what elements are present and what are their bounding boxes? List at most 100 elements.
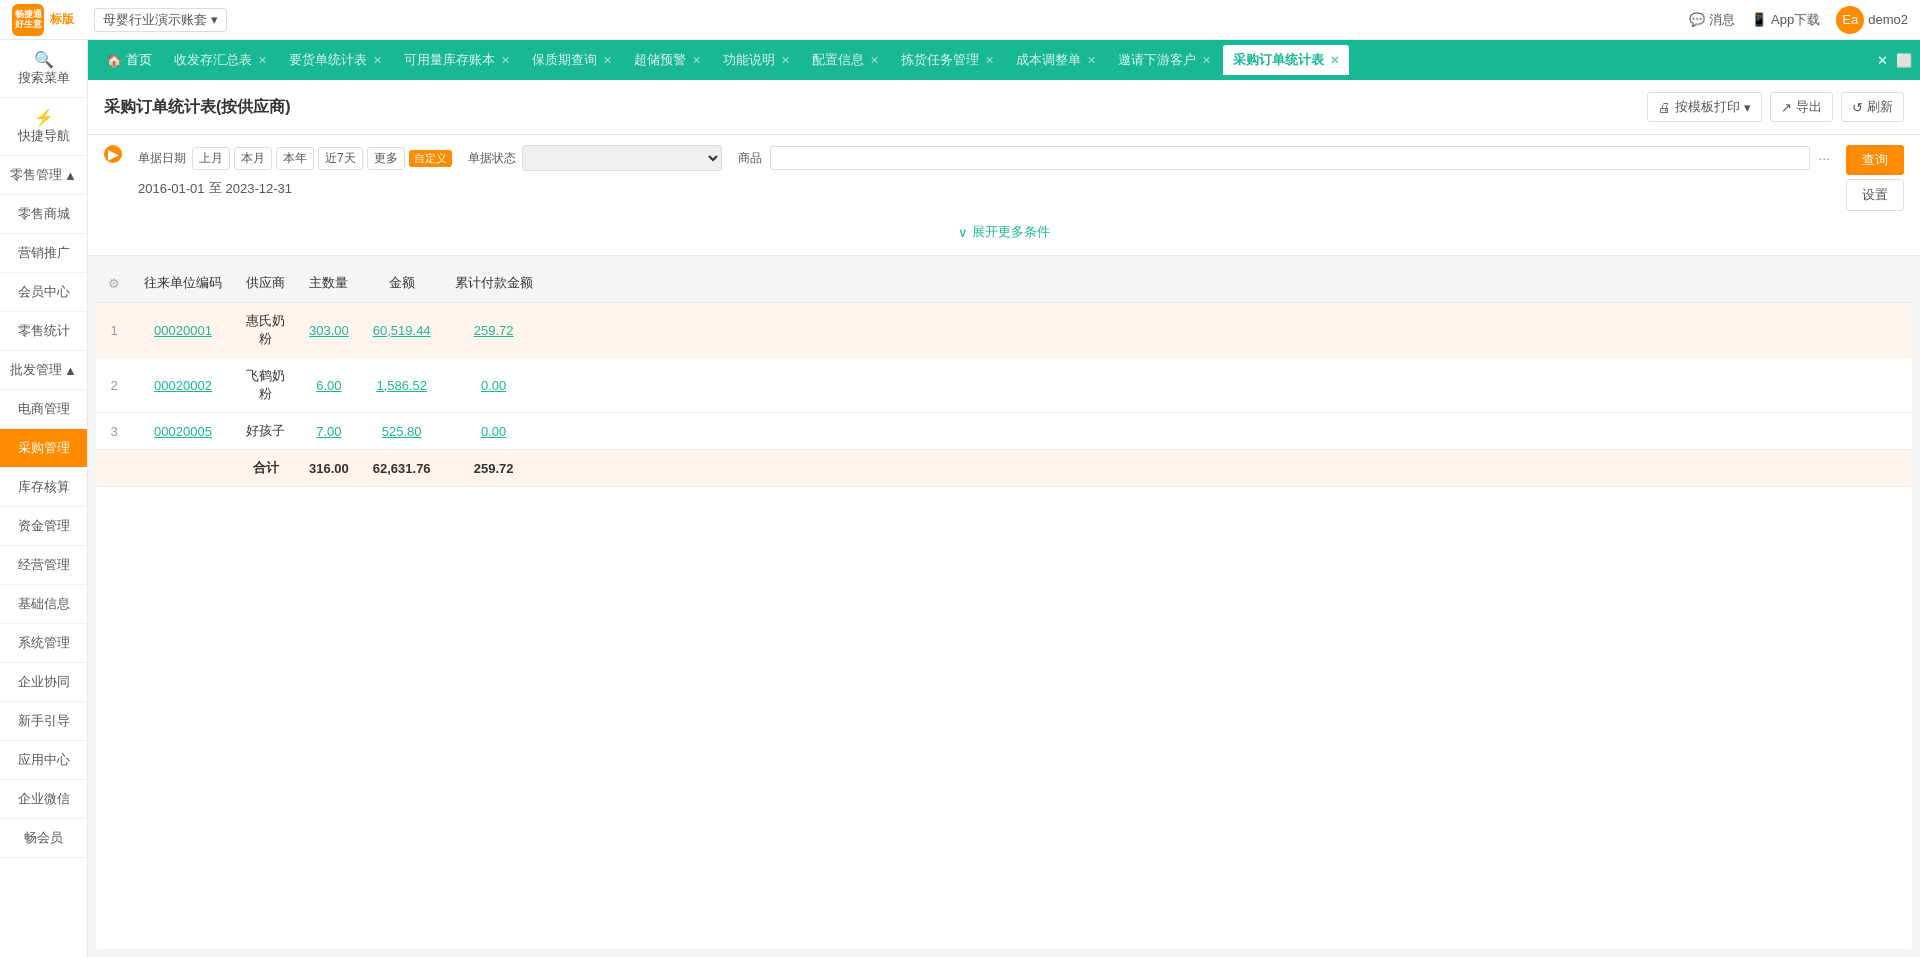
- tab-home[interactable]: 🏠 首页: [96, 45, 162, 75]
- app-download-button[interactable]: 📱 App下载: [1751, 11, 1820, 29]
- refresh-button[interactable]: ↺ 刷新: [1841, 92, 1904, 122]
- tab-order-stats[interactable]: 要货单统计表 ✕: [279, 45, 392, 75]
- sidebar: 🔍 搜索菜单 ⚡ 快捷导航 零售管理 ▲ 零售商城 营销推广 会员中心 零售统计…: [0, 40, 88, 957]
- export-button[interactable]: ↗ 导出: [1770, 92, 1833, 122]
- sidebar-item-member2[interactable]: 畅会员: [0, 819, 87, 858]
- sidebar-item-retail-mgmt[interactable]: 零售管理 ▲: [0, 156, 87, 195]
- setting-button[interactable]: 设置: [1846, 179, 1904, 211]
- td-qty-3[interactable]: 7.00: [297, 413, 361, 450]
- td-paid-2[interactable]: 0.00: [443, 358, 545, 413]
- gear-icon[interactable]: ⚙: [108, 276, 120, 291]
- top-bar-left: 畅捷通好生意 标版 母婴行业演示账套 ▾: [12, 4, 227, 36]
- tab-maximize-icon[interactable]: ⬜: [1896, 53, 1912, 68]
- tab-available-stock[interactable]: 可用量库存账本 ✕: [394, 45, 520, 75]
- query-button[interactable]: 查询: [1846, 145, 1904, 175]
- td-paid-1[interactable]: 259.72: [443, 303, 545, 358]
- td-paid-3[interactable]: 0.00: [443, 413, 545, 450]
- tab-cost-adjust[interactable]: 成本调整单 ✕: [1006, 45, 1106, 75]
- sidebar-item-collab[interactable]: 企业协同: [0, 663, 87, 702]
- td-amount-3[interactable]: 525.80: [361, 413, 443, 450]
- td-amount-1[interactable]: 60,519.44: [361, 303, 443, 358]
- table-row: 1 00020001 惠氏奶粉 303.00 60,519.44 259.72: [96, 303, 1912, 358]
- expand-button[interactable]: ∨ 展开更多条件: [954, 219, 1054, 245]
- sidebar-item-basic-info[interactable]: 基础信息: [0, 585, 87, 624]
- tab-close-icon[interactable]: ✕: [373, 54, 382, 67]
- message-button[interactable]: 💬 消息: [1689, 11, 1735, 29]
- tab-picking-task[interactable]: 拣货任务管理 ✕: [891, 45, 1004, 75]
- user-avatar[interactable]: Ea demo2: [1836, 6, 1908, 34]
- td-amount-2[interactable]: 1,586.52: [361, 358, 443, 413]
- sidebar-item-wholesale[interactable]: 批发管理 ▲: [0, 351, 87, 390]
- goods-label: 商品: [738, 150, 762, 167]
- td-code-3[interactable]: 00020005: [132, 413, 234, 450]
- tab-close-window-icon[interactable]: ✕: [1877, 53, 1888, 68]
- tab-close-icon[interactable]: ✕: [692, 54, 701, 67]
- sidebar-item-search[interactable]: 🔍 搜索菜单: [0, 40, 87, 98]
- page-header: 采购订单统计表(按供应商) 🖨 按模板打印 ▾ ↗ 导出 ↺ 刷新: [88, 80, 1920, 135]
- shortcut-this-year[interactable]: 本年: [276, 147, 314, 170]
- status-select[interactable]: [522, 145, 722, 171]
- sidebar-item-retail-shop[interactable]: 零售商城: [0, 195, 87, 234]
- printer-icon: 🖨: [1658, 100, 1671, 115]
- home-icon: 🏠: [106, 53, 122, 68]
- date-shortcuts: 上月 本月 本年 近7天 更多 自定义: [192, 147, 452, 170]
- sidebar-item-member[interactable]: 会员中心: [0, 273, 87, 312]
- sidebar-item-wechat[interactable]: 企业微信: [0, 780, 87, 819]
- tab-invite-customer[interactable]: 邀请下游客户 ✕: [1108, 45, 1221, 75]
- shortcut-this-month[interactable]: 本月: [234, 147, 272, 170]
- sidebar-item-operations[interactable]: 经营管理: [0, 546, 87, 585]
- tab-shelf-life[interactable]: 保质期查询 ✕: [522, 45, 622, 75]
- tab-overstock[interactable]: 超储预警 ✕: [624, 45, 711, 75]
- td-supplier-2: 飞鹤奶粉: [234, 358, 297, 413]
- shortcut-last-month[interactable]: 上月: [192, 147, 230, 170]
- tab-close-icon[interactable]: ✕: [781, 54, 790, 67]
- sidebar-item-inventory[interactable]: 库存核算: [0, 468, 87, 507]
- tab-receive-summary[interactable]: 收发存汇总表 ✕: [164, 45, 277, 75]
- sidebar-item-marketing[interactable]: 营销推广: [0, 234, 87, 273]
- td-code-2[interactable]: 00020002: [132, 358, 234, 413]
- th-extra: [545, 264, 1912, 303]
- avatar: Ea: [1836, 6, 1864, 34]
- tab-close-icon[interactable]: ✕: [1202, 54, 1211, 67]
- goods-input[interactable]: [770, 146, 1811, 170]
- tab-close-icon[interactable]: ✕: [258, 54, 267, 67]
- tab-config[interactable]: 配置信息 ✕: [802, 45, 889, 75]
- sidebar-item-system[interactable]: 系统管理: [0, 624, 87, 663]
- search-icon: 🔍: [4, 50, 83, 69]
- store-selector[interactable]: 母婴行业演示账套 ▾: [94, 8, 227, 32]
- footer-qty: 316.00: [297, 450, 361, 487]
- tab-close-icon[interactable]: ✕: [501, 54, 510, 67]
- td-code-1[interactable]: 00020001: [132, 303, 234, 358]
- sidebar-item-ecommerce[interactable]: 电商管理: [0, 390, 87, 429]
- tab-close-icon[interactable]: ✕: [985, 54, 994, 67]
- shortcut-more[interactable]: 更多: [367, 147, 405, 170]
- footer-amount: 62,631.76: [361, 450, 443, 487]
- td-index-3: 3: [96, 413, 132, 450]
- th-amount: 金额: [361, 264, 443, 303]
- status-filter-group: 单据状态: [468, 145, 722, 171]
- tab-close-icon[interactable]: ✕: [603, 54, 612, 67]
- tab-close-icon[interactable]: ✕: [1087, 54, 1096, 67]
- data-table: ⚙ 往来单位编码 供应商 主数量 金额 累计付款金额 1: [96, 264, 1912, 487]
- collapse-button[interactable]: ▶: [104, 145, 122, 163]
- td-qty-1[interactable]: 303.00: [297, 303, 361, 358]
- tab-function-desc[interactable]: 功能说明 ✕: [713, 45, 800, 75]
- tab-close-icon[interactable]: ✕: [1330, 54, 1339, 67]
- sidebar-item-retail-stats[interactable]: 零售统计: [0, 312, 87, 351]
- shortcut-7days[interactable]: 近7天: [318, 147, 363, 170]
- sidebar-item-finance[interactable]: 资金管理: [0, 507, 87, 546]
- sidebar-item-appcenter[interactable]: 应用中心: [0, 741, 87, 780]
- more-options-icon[interactable]: ···: [1818, 150, 1830, 166]
- export-icon: ↗: [1781, 100, 1792, 115]
- sidebar-item-newbie[interactable]: 新手引导: [0, 702, 87, 741]
- th-paid: 累计付款金额: [443, 264, 545, 303]
- tab-purchase-order-stats[interactable]: 采购订单统计表 ✕: [1223, 45, 1349, 75]
- sidebar-item-purchase[interactable]: 采购管理: [0, 429, 87, 468]
- tab-close-icon[interactable]: ✕: [870, 54, 879, 67]
- td-qty-2[interactable]: 6.00: [297, 358, 361, 413]
- print-button[interactable]: 🖨 按模板打印 ▾: [1647, 92, 1762, 122]
- table-area: ⚙ 往来单位编码 供应商 主数量 金额 累计付款金额 1: [96, 264, 1912, 949]
- filter-row-1: 单据日期 上月 本月 本年 近7天 更多 自定义: [138, 145, 1830, 171]
- content-area: 🏠 首页 收发存汇总表 ✕ 要货单统计表 ✕ 可用量库存账本 ✕ 保质期查询 ✕…: [88, 40, 1920, 957]
- sidebar-item-quicknav[interactable]: ⚡ 快捷导航: [0, 98, 87, 156]
